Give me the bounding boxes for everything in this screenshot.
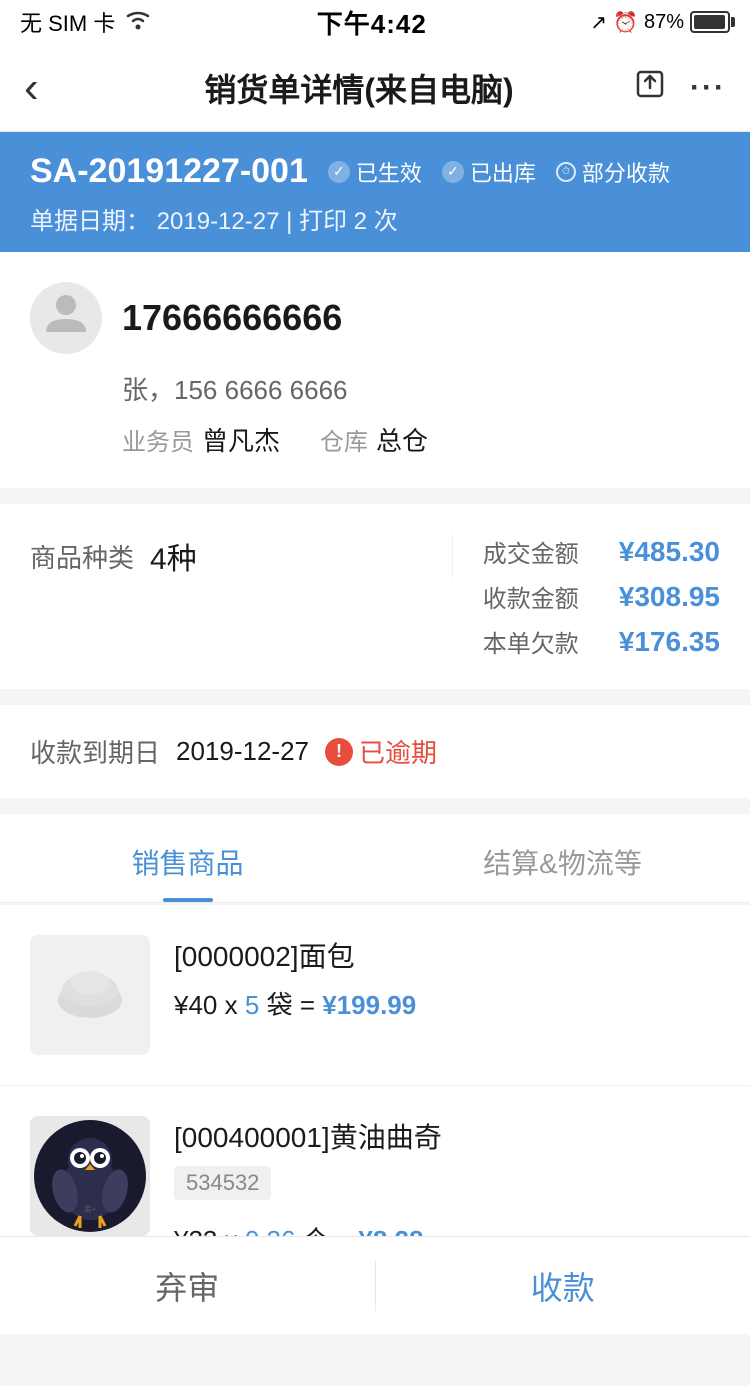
price-x-bread: x <box>225 990 245 1020</box>
page-title: 销货单详情(来自电脑) <box>84 65 634 111</box>
due-date-label: 收款到期日 <box>30 733 160 770</box>
tabs-header: 销售商品 结算&物流等 <box>0 814 750 903</box>
amount-stats: 成交金额 ¥485.30 收款金额 ¥308.95 本单欠款 ¥176.35 <box>453 534 720 659</box>
header-banner: SA-20191227-001 ✓ 已生效 ✓ 已出库 ⏱ 部分收款 单据日期：… <box>0 132 750 252</box>
back-button[interactable]: ‹ <box>24 63 84 113</box>
unit-bread: 袋 <box>267 990 293 1020</box>
tab-settlement-logistics[interactable]: 结算&物流等 <box>375 814 750 902</box>
warehouse-detail: 仓库 总仓 <box>320 421 428 458</box>
warehouse-label: 仓库 <box>320 422 368 457</box>
badge-partial-payment: ⏱ 部分收款 <box>556 156 670 188</box>
status-right: ↗ ⏰ 87% <box>590 10 730 35</box>
sales-name: 曾凡杰 <box>202 421 280 458</box>
banner-row1: SA-20191227-001 ✓ 已生效 ✓ 已出库 ⏱ 部分收款 <box>30 152 720 191</box>
warehouse-name: 总仓 <box>376 421 428 458</box>
product-name-bread: [0000002]面包 <box>174 935 720 975</box>
time-display: 下午4:42 <box>317 4 427 41</box>
badge-effective: ✓ 已生效 <box>328 156 422 188</box>
product-item-bread: [0000002]面包 ¥40 x 5 袋 = ¥199.99 <box>0 905 750 1086</box>
nav-bar: ‹ 销货单详情(来自电脑) ··· <box>0 44 750 132</box>
overdue-warning-icon: ! <box>325 738 353 766</box>
wifi-icon <box>123 8 153 36</box>
total-bread: ¥199.99 <box>322 990 416 1020</box>
print-info: | 打印 2 次 <box>286 208 398 235</box>
tab-sales-products[interactable]: 销售商品 <box>0 814 375 902</box>
bread-image <box>30 935 150 1055</box>
customer-phone-row: 17666666666 <box>30 282 720 354</box>
date-label: 单据日期： <box>30 208 150 235</box>
battery-icon <box>690 11 730 33</box>
product-types: 商品种类 4种 <box>30 534 453 578</box>
share-icon[interactable] <box>634 68 666 108</box>
overdue-badge: ! 已逾期 <box>325 733 437 770</box>
transaction-value: ¥485.30 <box>619 536 720 568</box>
debt-label: 本单欠款 <box>483 624 579 659</box>
product-price-bread: ¥40 x 5 袋 = ¥199.99 <box>174 985 720 1022</box>
transaction-row: 成交金额 ¥485.30 <box>483 534 720 569</box>
customer-phone: 17666666666 <box>122 297 342 339</box>
status-bar: 无 SIM 卡 下午4:42 ↗ ⏰ 87% <box>0 0 750 44</box>
nav-actions: ··· <box>634 68 726 108</box>
sales-detail: 业务员 曾凡杰 <box>122 421 280 458</box>
sales-label: 业务员 <box>122 422 194 457</box>
due-date-section: 收款到期日 2019-12-27 ! 已逾期 <box>0 705 750 798</box>
customer-name: 张，156 6666 6666 <box>122 370 720 407</box>
transaction-label: 成交金额 <box>483 534 579 569</box>
debt-row: 本单欠款 ¥176.35 <box>483 624 720 659</box>
collection-value: ¥308.95 <box>619 581 720 613</box>
overdue-text: 已逾期 <box>359 733 437 770</box>
tab-underline <box>163 898 213 902</box>
check-icon-2: ✓ <box>442 161 464 183</box>
customer-details: 业务员 曾凡杰 仓库 总仓 <box>122 421 720 458</box>
location-icon: ↗ <box>590 10 607 35</box>
tabs-section: 销售商品 结算&物流等 <box>0 814 750 903</box>
quantity-bread: 5 <box>245 990 259 1020</box>
product-types-label: 商品种类 <box>30 538 134 575</box>
bottom-bar: 弃审 收款 <box>0 1236 750 1334</box>
product-info-bread: [0000002]面包 ¥40 x 5 袋 = ¥199.99 <box>174 935 720 1022</box>
badge-shipped: ✓ 已出库 <box>442 156 536 188</box>
banner-date-row: 单据日期： 2019-12-27 | 打印 2 次 <box>30 201 720 236</box>
collection-row: 收款金额 ¥308.95 <box>483 579 720 614</box>
equals-bread: = <box>300 990 322 1020</box>
avatar <box>30 282 102 354</box>
product-thumb-bread <box>30 935 150 1055</box>
alarm-icon: ⏰ <box>613 10 638 35</box>
customer-section: 17666666666 张，156 6666 6666 业务员 曾凡杰 仓库 总… <box>0 252 750 488</box>
order-date: 2019-12-27 <box>157 208 280 235</box>
stats-section: 商品种类 4种 成交金额 ¥485.30 收款金额 ¥308.95 本单欠款 ¥… <box>0 504 750 689</box>
more-icon[interactable]: ··· <box>690 71 726 105</box>
product-sku-cookie: 534532 <box>174 1166 271 1200</box>
owl-image: 美+ <box>30 1116 150 1236</box>
svg-text:美+: 美+ <box>84 1204 97 1214</box>
collection-label: 收款金额 <box>483 579 579 614</box>
debt-value: ¥176.35 <box>619 626 720 658</box>
cancel-review-button[interactable]: 弃审 <box>0 1237 375 1334</box>
product-types-value: 4种 <box>150 534 197 578</box>
product-thumb-cookie: 美+ <box>30 1116 150 1236</box>
due-date-value: 2019-12-27 <box>176 736 309 767</box>
price-unit-bread: ¥40 <box>174 990 217 1020</box>
battery-percent: 87% <box>644 11 684 34</box>
check-icon-1: ✓ <box>328 161 350 183</box>
collect-payment-button[interactable]: 收款 <box>376 1237 750 1334</box>
carrier-text: 无 SIM 卡 <box>20 6 115 38</box>
product-name-cookie: [000400001]黄油曲奇 <box>174 1116 720 1156</box>
clock-icon: ⏱ <box>556 162 576 182</box>
avatar-icon <box>41 287 91 349</box>
status-left: 无 SIM 卡 <box>20 6 153 38</box>
order-number: SA-20191227-001 <box>30 152 308 191</box>
products-section: [0000002]面包 ¥40 x 5 袋 = ¥199.99 <box>0 905 750 1288</box>
